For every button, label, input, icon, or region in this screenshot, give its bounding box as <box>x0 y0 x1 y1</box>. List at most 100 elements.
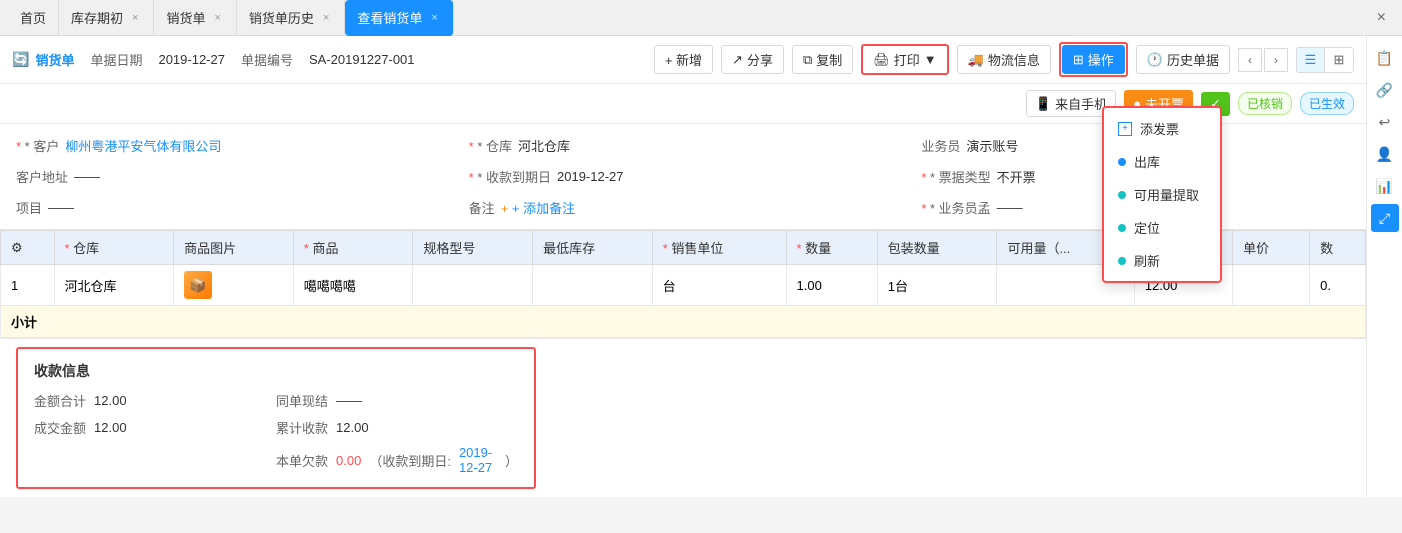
same-order-field: 同单现结 —— <box>276 391 518 410</box>
staff2-value: —— <box>997 200 1023 215</box>
col-img: 商品图片 <box>174 231 294 265</box>
history-button[interactable]: 🕐 历史单据 <box>1136 45 1230 74</box>
view-list[interactable]: ☰ <box>1297 48 1325 72</box>
row-price <box>1233 265 1310 306</box>
date-label: 单据日期 <box>90 50 142 69</box>
logistics-button[interactable]: 🚚 物流信息 <box>957 45 1051 74</box>
row-no: 1 <box>1 265 55 306</box>
project-field: 项目 —— <box>16 198 445 217</box>
row-min-stock <box>533 265 653 306</box>
due-date-value: 2019-12-27 <box>557 169 624 184</box>
copy-button[interactable]: ⧉ 复制 <box>792 45 853 74</box>
add-note-btn[interactable]: + + 添加备注 <box>501 198 575 217</box>
share-icon: ↗ <box>732 52 743 68</box>
sidebar-expand-icon[interactable]: ⤢ <box>1371 204 1399 232</box>
product-image: 📦 <box>184 271 212 299</box>
col-settings[interactable]: ⚙ <box>1 231 55 265</box>
sidebar-link-icon[interactable]: 🔗 <box>1371 76 1399 104</box>
row-qty: 1.00 <box>786 265 877 306</box>
close-tab-sales[interactable]: × <box>211 11 223 25</box>
staff-value: 演示账号 <box>966 136 1018 155</box>
project-value: —— <box>48 200 74 215</box>
share-button[interactable]: ↗ 分享 <box>721 45 784 74</box>
col-warehouse: * 仓库 <box>54 231 174 265</box>
global-close-button[interactable]: × <box>1369 5 1394 31</box>
sidebar-user-icon[interactable]: 👤 <box>1371 140 1399 168</box>
op-highlight-container: ⊞ 操作 <box>1059 42 1128 77</box>
row-amount: 0. <box>1310 265 1366 306</box>
dropdown-refresh[interactable]: 刷新 <box>1104 244 1220 277</box>
op-button[interactable]: ⊞ 操作 <box>1062 45 1125 74</box>
row-unit: 台 <box>652 265 786 306</box>
toolbar-actions: + 新增 ↗ 分享 ⧉ 复制 🖨 打印 ▼ 🚚 <box>654 42 1354 77</box>
staff-label: 业务员 <box>921 136 960 155</box>
warehouse-label: * 仓库 <box>469 136 512 155</box>
op-dropdown-menu: + 添发票 出库 可用量提取 定位 刷新 <box>1102 106 1222 283</box>
customer-field: * 客户 柳州粤港平安气体有限公司 <box>16 136 445 155</box>
print-dropdown-arrow: ▼ <box>924 52 937 67</box>
phone-icon: 📱 <box>1035 96 1051 112</box>
print-button[interactable]: 🖨 打印 ▼ <box>861 44 948 75</box>
close-tab-view-sales[interactable]: × <box>428 11 440 25</box>
view-grid[interactable]: ⊞ <box>1325 48 1353 72</box>
doc-meta: 单据日期 2019-12-27 单据编号 SA-20191227-001 <box>90 50 414 69</box>
op-icon: ⊞ <box>1073 52 1084 68</box>
view-toggle: ☰ ⊞ <box>1296 47 1354 73</box>
owed-value: 0.00 <box>336 453 361 468</box>
row-spec <box>413 265 533 306</box>
owed-label: 本单欠款 <box>276 451 328 470</box>
col-qty: * 数量 <box>786 231 877 265</box>
col-pkg: 包装数量 <box>877 231 997 265</box>
owed-note: （收款到期日: <box>369 451 451 470</box>
subtotal-row: 小计 <box>1 306 1366 338</box>
logistics-icon: 🚚 <box>968 52 984 68</box>
new-button[interactable]: + 新增 <box>654 45 713 74</box>
nav-prev[interactable]: ‹ <box>1238 48 1262 72</box>
tab-bar: 首页 库存期初 × 销货单 × 销货单历史 × 查看销货单 × × <box>0 0 1402 36</box>
nav-next[interactable]: › <box>1264 48 1288 72</box>
sidebar-clipboard-icon[interactable]: 📋 <box>1371 44 1399 72</box>
tab-home[interactable]: 首页 <box>8 0 59 36</box>
row-pkg-qty: 1台 <box>877 265 997 306</box>
available-qty-icon <box>1118 191 1126 199</box>
total-label: 金额合计 <box>34 391 86 410</box>
invoice-value: 不开票 <box>997 167 1036 186</box>
dropdown-outbound[interactable]: 出库 <box>1104 145 1220 178</box>
nav-arrows: ‹ › <box>1238 48 1288 72</box>
col-amount: 数 <box>1310 231 1366 265</box>
tab-view-sales[interactable]: 查看销货单 × <box>345 0 453 36</box>
warehouse-field: * 仓库 河北仓库 <box>469 136 898 155</box>
customer-value[interactable]: 柳州粤港平安气体有限公司 <box>65 136 221 155</box>
close-tab-inventory[interactable]: × <box>129 11 141 25</box>
due-date-label: * 收款到期日 <box>469 167 551 186</box>
refresh-icon <box>1118 257 1126 265</box>
tab-sales-history[interactable]: 销货单历史 × <box>237 0 345 36</box>
owed-field: 本单欠款 0.00 （收款到期日: 2019-12-27 ） <box>276 445 518 475</box>
close-tab-sales-history[interactable]: × <box>320 11 332 25</box>
sold-badge: 已核销 <box>1238 92 1292 115</box>
sidebar-chart-icon[interactable]: 📊 <box>1371 172 1399 200</box>
col-spec: 规格型号 <box>413 231 533 265</box>
total-field: 金额合计 12.00 <box>34 391 276 410</box>
row-warehouse: 河北仓库 <box>54 265 174 306</box>
address-label: 客户地址 <box>16 167 68 186</box>
dropdown-available-qty[interactable]: 可用量提取 <box>1104 178 1220 211</box>
tab-sales[interactable]: 销货单 × <box>154 0 236 36</box>
dropdown-locate[interactable]: 定位 <box>1104 211 1220 244</box>
payment-section: 收款信息 金额合计 12.00 同单现结 —— 成交金额 12.00 <box>16 347 536 489</box>
note-field: 备注 + + 添加备注 <box>469 198 898 217</box>
customer-label: * 客户 <box>16 136 59 155</box>
owed-date: 2019-12-27 <box>459 445 497 475</box>
tab-inventory[interactable]: 库存期初 × <box>59 0 154 36</box>
copy-icon: ⧉ <box>803 52 812 68</box>
doc-toolbar: 🔄 销货单 单据日期 2019-12-27 单据编号 SA-20191227-0… <box>0 36 1366 84</box>
effective-badge: 已生效 <box>1300 92 1354 115</box>
same-order-value: —— <box>336 393 362 408</box>
invoice-label: * 票据类型 <box>921 167 990 186</box>
main-area: 🔄 销货单 单据日期 2019-12-27 单据编号 SA-20191227-0… <box>0 36 1402 497</box>
dropdown-add-invoice[interactable]: + 添发票 <box>1104 112 1220 145</box>
sidebar-undo-icon[interactable]: ↩ <box>1371 108 1399 136</box>
col-price: 单价 <box>1233 231 1310 265</box>
payment-title: 收款信息 <box>34 361 518 381</box>
warehouse-value: 河北仓库 <box>518 136 570 155</box>
